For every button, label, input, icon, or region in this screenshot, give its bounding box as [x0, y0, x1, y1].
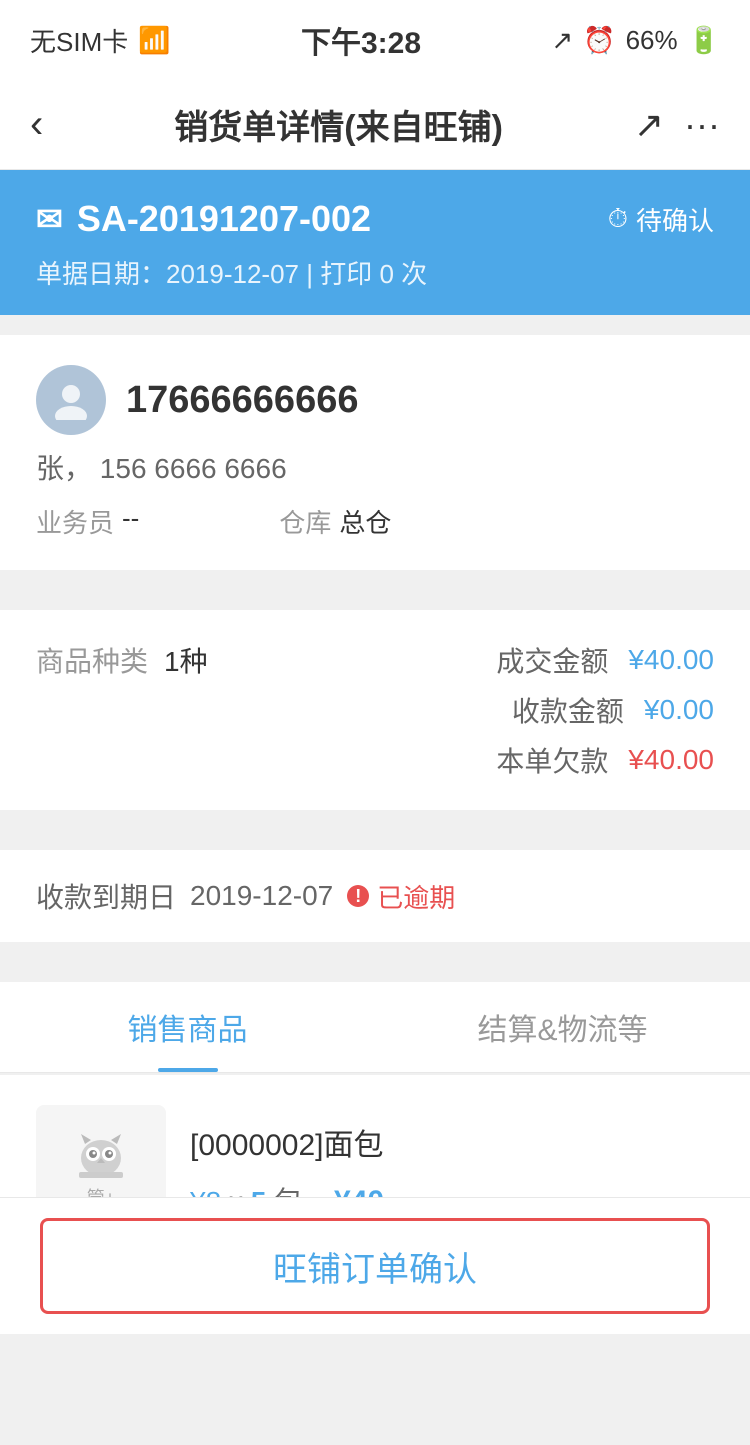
product-name: [0000002]面包	[190, 1120, 714, 1164]
customer-phone: 17666666666	[126, 379, 358, 422]
print-count: 打印 0 次	[320, 259, 427, 289]
tab-underline	[158, 1068, 218, 1072]
time-display: 下午3:28	[301, 18, 421, 62]
due-date-label: 收款到期日	[36, 876, 176, 916]
transaction-amount-label: 成交金额	[496, 640, 608, 680]
order-id-text: SA-20191207-002	[77, 198, 371, 240]
order-separator: |	[306, 259, 313, 289]
divider-2	[0, 830, 750, 850]
warehouse-value: 总仓	[339, 503, 391, 540]
transaction-amount-value: ¥40.00	[628, 644, 714, 676]
due-date-value: 2019-12-07	[190, 880, 333, 912]
order-id: ✉ SA-20191207-002	[36, 198, 371, 240]
summary-right: 成交金额 ¥40.00 收款金额 ¥0.00 本单欠款 ¥40.00	[496, 640, 714, 780]
order-icon: ✉	[36, 200, 63, 238]
carrier-label: 无SIM卡	[30, 22, 128, 59]
sales-rep-label: 业务员	[36, 503, 114, 540]
back-button[interactable]: ‹	[30, 102, 43, 147]
tab-sales-products[interactable]: 销售商品	[0, 982, 375, 1072]
share-button[interactable]: ↗	[634, 104, 664, 146]
divider-3	[0, 962, 750, 982]
received-amount-label: 收款金额	[512, 690, 624, 730]
status-right: ↗ ⏰ 66% 🔋	[551, 25, 720, 56]
customer-avatar	[36, 365, 106, 435]
due-date-section: 收款到期日 2019-12-07 ! 已逾期	[0, 850, 750, 942]
warehouse-label: 仓库	[279, 503, 331, 540]
customer-meta-row: 业务员 -- 仓库 总仓	[36, 503, 714, 540]
more-button[interactable]: ···	[684, 104, 720, 146]
alarm-icon: ⏰	[583, 25, 615, 56]
battery-label: 66%	[626, 25, 678, 56]
status-text: 待确认	[636, 201, 714, 238]
overdue-text: 已逾期	[377, 878, 455, 915]
overdue-badge: ! 已逾期	[347, 878, 455, 915]
confirm-order-button[interactable]: 旺铺订单确认	[40, 1218, 710, 1314]
summary-section: 商品种类 1种 成交金额 ¥40.00 收款金额 ¥0.00 本单欠款 ¥40.…	[0, 610, 750, 810]
overdue-icon: !	[347, 885, 369, 907]
due-amount-label: 本单欠款	[496, 740, 608, 780]
order-header-card: ✉ SA-20191207-002 ⏱ 待确认 单据日期：2019-12-07 …	[0, 170, 750, 315]
nav-bar: ‹ 销货单详情(来自旺铺) ↗ ···	[0, 80, 750, 170]
tabs-bar: 销售商品 结算&物流等	[0, 982, 750, 1073]
customer-name: 张， 156 6666 6666	[36, 447, 714, 487]
status-bar: 无SIM卡 📶 下午3:28 ↗ ⏰ 66% 🔋	[0, 0, 750, 80]
customer-section: 17666666666 张， 156 6666 6666 业务员 -- 仓库 总…	[0, 335, 750, 570]
order-date: 单据日期：2019-12-07	[36, 259, 299, 289]
order-status: ⏱ 待确认	[608, 201, 714, 238]
sales-rep-value: --	[122, 503, 139, 540]
battery-icon: 🔋	[688, 25, 720, 56]
location-icon: ↗	[551, 25, 573, 56]
nav-actions: ↗ ···	[634, 104, 720, 146]
summary-left: 商品种类 1种	[36, 640, 208, 680]
due-amount-value: ¥40.00	[628, 744, 714, 776]
product-types-value: 1种	[164, 640, 208, 680]
bottom-bar: 旺铺订单确认	[0, 1197, 750, 1334]
status-clock-icon: ⏱	[608, 203, 628, 235]
divider-1	[0, 590, 750, 610]
received-amount-value: ¥0.00	[644, 694, 714, 726]
wifi-icon: 📶	[138, 25, 170, 56]
product-types-label: 商品种类	[36, 640, 148, 680]
tab-settlement-logistics[interactable]: 结算&物流等	[375, 982, 750, 1072]
status-left: 无SIM卡 📶	[30, 22, 171, 59]
page-title: 销货单详情(来自旺铺)	[174, 100, 503, 149]
order-meta: 单据日期：2019-12-07 | 打印 0 次	[36, 254, 714, 291]
